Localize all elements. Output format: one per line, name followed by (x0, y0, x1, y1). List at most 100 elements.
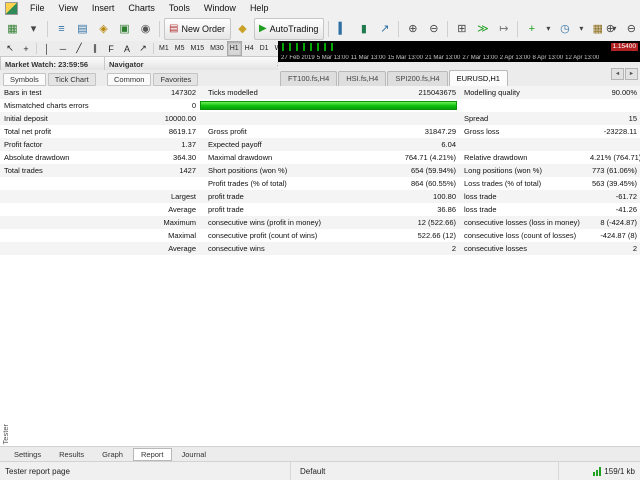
report-cell: Bars in test (4, 88, 42, 97)
tester-tab-journal[interactable]: Journal (174, 448, 215, 461)
menu-help[interactable]: Help (243, 1, 276, 15)
data-window-icon[interactable]: ▤ (72, 18, 93, 40)
strategy-tester-icon[interactable]: ◉ (135, 18, 156, 40)
cursor-icon[interactable]: ↖ (2, 41, 18, 56)
vertical-line-icon[interactable]: │ (39, 41, 55, 56)
report-cell: 10000.00 (164, 114, 196, 123)
chart-tab-spi200-fs-h4[interactable]: SPI200.fs,H4 (387, 71, 448, 86)
magnifier-plus-icon[interactable]: ⊕ (600, 18, 621, 40)
market-watch-title: Market Watch: 23:59:56 (5, 59, 89, 69)
report-cell (0, 177, 140, 190)
line-chart-icon[interactable]: ↗ (374, 18, 395, 40)
report-cell: 522.66 (12) (417, 231, 456, 240)
timeframe-h1[interactable]: H1 (226, 41, 242, 56)
menu-file[interactable]: File (23, 1, 52, 15)
timeframe-h4[interactable]: H4 (242, 41, 257, 56)
tab-scroll-right-icon[interactable]: ► (625, 68, 638, 80)
toolbar-separator (517, 20, 519, 37)
navigator-tab-common[interactable]: Common (107, 72, 152, 86)
mt4-window: File View Insert Charts Tools Window Help ▦ ▾ ≡ ▤… (0, 0, 640, 480)
arrow-marker-icon[interactable]: ↗ (135, 41, 151, 56)
report-cell: Relative drawdown (464, 153, 528, 162)
zoom-out-icon[interactable]: ⊖ (423, 18, 444, 40)
terminal-icon[interactable]: ▣ (114, 18, 135, 40)
menu-insert[interactable]: Insert (85, 1, 122, 15)
periods-arrow-icon[interactable]: ▾ (575, 18, 587, 40)
report-cell: 2 (451, 244, 456, 253)
report-cell: 0 (191, 101, 196, 110)
navigator-icon[interactable]: ◈ (93, 18, 114, 40)
report-cell: consecutive loss (count of losses) (464, 231, 577, 240)
crosshair-icon[interactable]: + (18, 41, 34, 56)
time-axis-label: 21 Mar 13:00 (425, 55, 461, 61)
indicators-icon[interactable]: + (521, 18, 542, 40)
text-icon[interactable]: A (119, 41, 135, 56)
report-cell: 864 (60.55%) (410, 179, 456, 188)
report-cell: Initial deposit (4, 114, 48, 123)
autotrading-button-label: AutoTrading (269, 23, 319, 34)
menu-window[interactable]: Window (197, 1, 243, 15)
new-chart-icon[interactable]: ▦ (2, 18, 23, 40)
report-cell (590, 138, 640, 151)
report-cell: -61.72 (615, 192, 637, 201)
report-cell: Mismatched charts errors (4, 101, 89, 110)
new-order-button[interactable]: ▤ New Order (164, 17, 231, 40)
new-order-icon: ▤ (169, 23, 179, 34)
periods-icon[interactable]: ◷ (554, 18, 575, 40)
timeframe-m5[interactable]: M5 (172, 41, 188, 56)
tab-scroll-left-icon[interactable]: ◄ (611, 68, 624, 80)
trendline-icon[interactable]: ╱ (71, 41, 87, 56)
chart-time-axis: 27 Feb 2019 5 Mar 13:00 11 Mar 13:00 15 Mar… (281, 55, 600, 61)
chart-strip[interactable]: 1.15400 27 Feb 2019 5 Mar 13:00 11 Mar 13:… (278, 41, 640, 62)
tester-tab-report[interactable]: Report (132, 448, 172, 461)
indicators-arrow-icon[interactable]: ▾ (542, 18, 554, 40)
tile-windows-icon[interactable]: ⊞ (451, 18, 472, 40)
tester-tab-settings[interactable]: Settings (6, 448, 49, 461)
magnifier-minus-icon[interactable]: ⊖ (621, 18, 640, 40)
report-cell: Gross profit (208, 127, 247, 136)
status-message: Tester report page (5, 466, 70, 476)
report-cell (198, 112, 346, 125)
report-cell: Expected payoff (208, 140, 262, 149)
bar-chart-icon[interactable]: ▍ (332, 18, 353, 40)
menu-view[interactable]: View (52, 1, 85, 15)
market-watch-icon[interactable]: ≡ (51, 18, 72, 40)
tab-scroll: ◄ ► (611, 68, 638, 80)
status-profile[interactable]: Default (290, 462, 558, 480)
report-cell: 773 (61.06%) (591, 166, 637, 175)
tester-tab-graph[interactable]: Graph (94, 448, 131, 461)
channel-icon[interactable]: ∥ (87, 41, 103, 56)
tester-tabs: Settings Results Graph Report Journal (0, 446, 640, 462)
tester-panel-vertical-label[interactable]: Tester (1, 424, 10, 444)
auto-scroll-icon[interactable]: ≫ (472, 18, 493, 40)
report-cell: consecutive losses (loss in money) (464, 218, 580, 227)
chart-profiles-icon[interactable]: ▾ (23, 18, 44, 40)
tester-tab-results[interactable]: Results (51, 448, 92, 461)
report-cell: 90.00% (611, 88, 637, 97)
menu-charts[interactable]: Charts (121, 1, 162, 15)
tester-report-page: Bars in test 147302 Ticks modelled 21504367… (0, 86, 640, 447)
market-watch-tab-symbols[interactable]: Symbols (3, 72, 46, 86)
timeframe-m1[interactable]: M1 (156, 41, 172, 56)
chart-shift-icon[interactable]: ↦ (493, 18, 514, 40)
horizontal-line-icon[interactable]: ─ (55, 41, 71, 56)
chart-window-tabs: FT100.fs,H4 HSI.fs,H4 SPI200.fs,H4 EURUSD,H… (278, 62, 640, 86)
candlestick-icon[interactable]: ▮ (353, 18, 374, 40)
menu-tools[interactable]: Tools (162, 1, 197, 15)
chart-tab-hsi-fs-h4[interactable]: HSI.fs,H4 (338, 71, 387, 86)
timeframe-m30[interactable]: M30 (207, 41, 227, 56)
fibonacci-icon[interactable]: F (103, 41, 119, 56)
report-cell: Total trades (4, 166, 43, 175)
market-watch-tab-tick-chart[interactable]: Tick Chart (47, 72, 96, 86)
report-cell: 8 (-424.87) (600, 218, 637, 227)
autotrading-button[interactable]: ▶ AutoTrading (253, 17, 325, 40)
timeframe-m15[interactable]: M15 (187, 41, 207, 56)
navigator-tab-favorites[interactable]: Favorites (153, 72, 199, 86)
chart-tab-ft100-fs-h4[interactable]: FT100.fs,H4 (280, 71, 338, 86)
report-cell (0, 190, 140, 203)
metaeditor-icon[interactable]: ◆ (232, 18, 253, 40)
report-row: Maximal consecutive profit (count of wins… (0, 229, 640, 242)
zoom-in-icon[interactable]: ⊕ (402, 18, 423, 40)
chart-tab-eurusd-h1[interactable]: EURUSD,H1 (448, 70, 508, 86)
timeframe-d1[interactable]: D1 (257, 41, 272, 56)
